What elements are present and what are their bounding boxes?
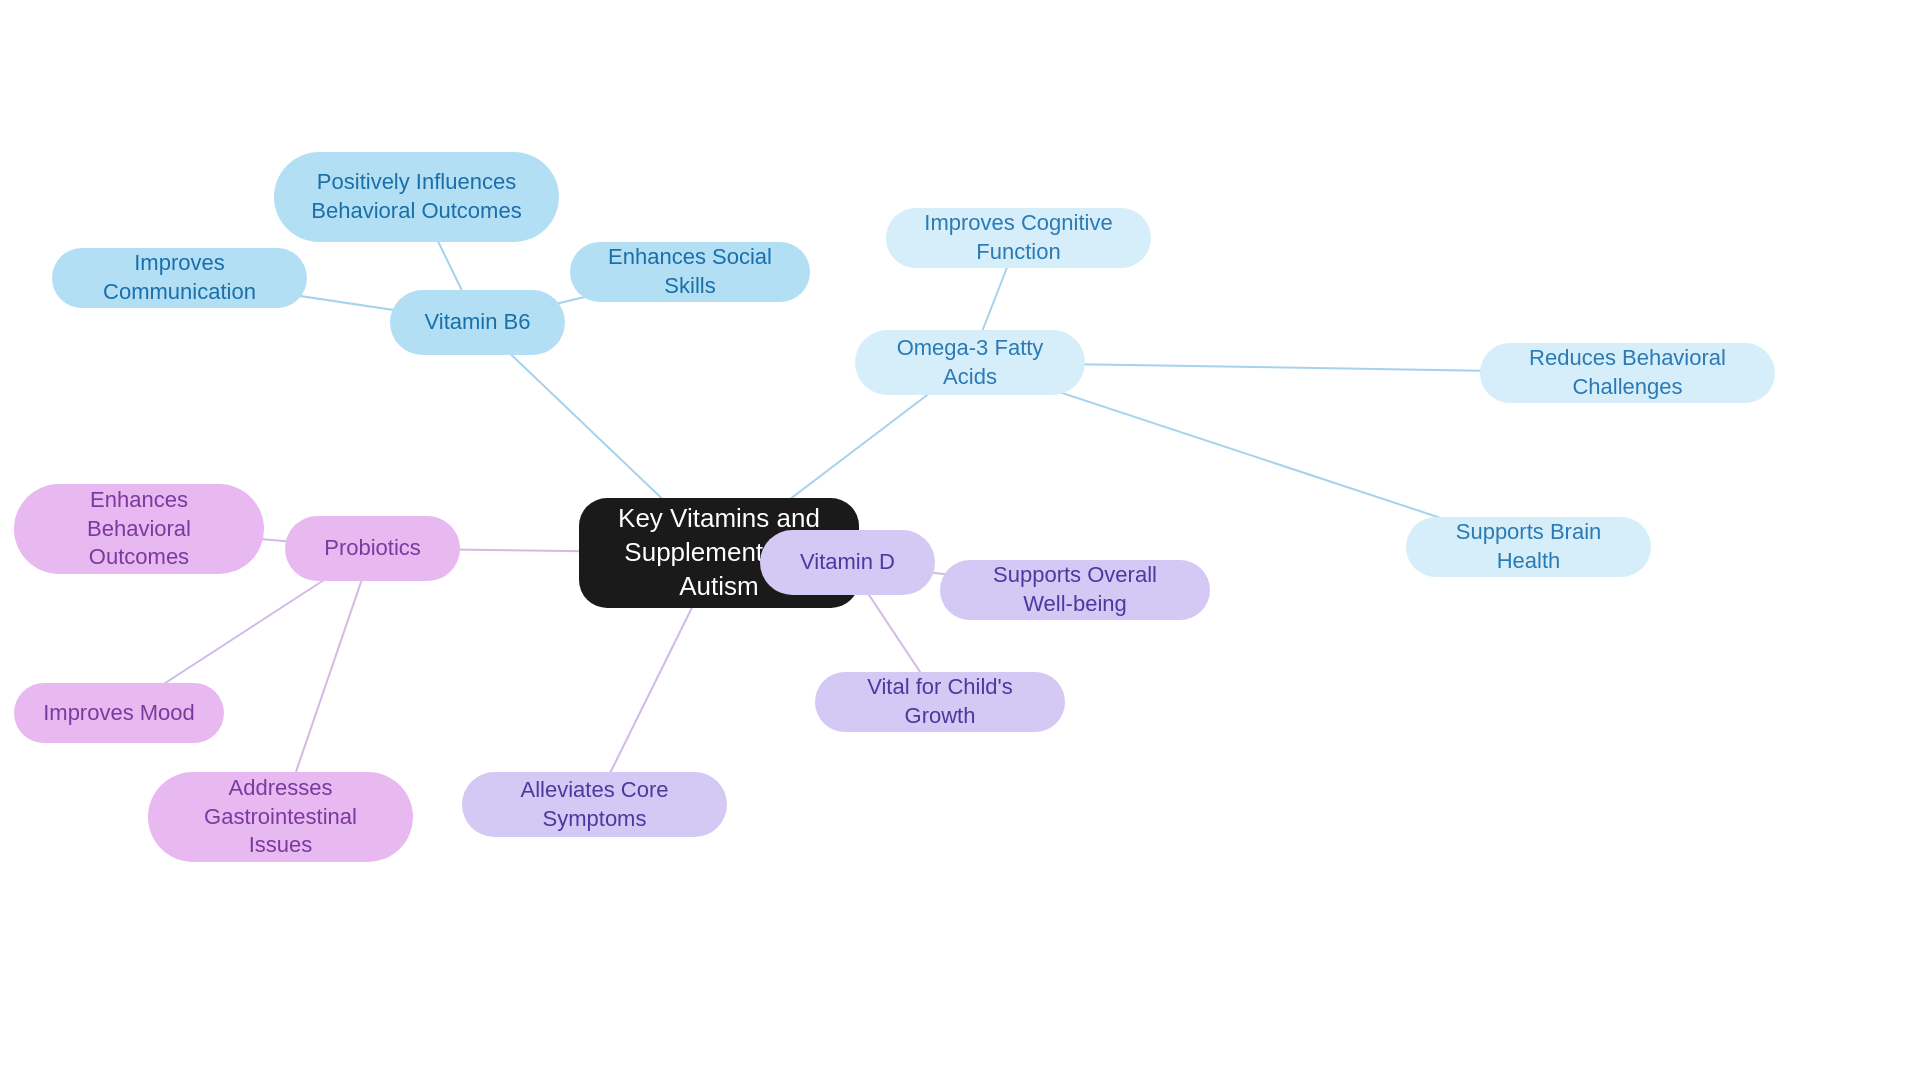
reduces-behavioral-node: Reduces Behavioral Challenges [1480, 343, 1775, 403]
supports-wellbeing-label: Supports Overall Well-being [968, 561, 1182, 618]
improves-communication-node: Improves Communication [52, 248, 307, 308]
vital-growth-node: Vital for Child's Growth [815, 672, 1065, 732]
supports-brain-health-label: Supports Brain Health [1434, 518, 1623, 575]
vitaminb6-label: Vitamin B6 [425, 308, 531, 337]
improves-communication-label: Improves Communication [80, 249, 279, 306]
enhances-social-skills-label: Enhances Social Skills [598, 243, 782, 300]
supports-wellbeing-node: Supports Overall Well-being [940, 560, 1210, 620]
alleviates-core-label: Alleviates Core Symptoms [490, 776, 699, 833]
probiotics-label: Probiotics [324, 534, 421, 563]
vitamind-label: Vitamin D [800, 548, 895, 577]
supports-brain-health-node: Supports Brain Health [1406, 517, 1651, 577]
vitaminb6-node: Vitamin B6 [390, 290, 565, 355]
positively-influences-node: Positively Influences Behavioral Outcome… [274, 152, 559, 242]
omega3-label: Omega-3 Fatty Acids [883, 334, 1057, 391]
probiotics-node: Probiotics [285, 516, 460, 581]
addresses-gastro-node: Addresses Gastrointestinal Issues [148, 772, 413, 862]
improves-cognitive-label: Improves Cognitive Function [914, 209, 1123, 266]
addresses-gastro-label: Addresses Gastrointestinal Issues [176, 774, 385, 860]
enhances-behavioral-node: Enhances Behavioral Outcomes [14, 484, 264, 574]
improves-cognitive-node: Improves Cognitive Function [886, 208, 1151, 268]
vital-growth-label: Vital for Child's Growth [843, 673, 1037, 730]
positively-influences-label: Positively Influences Behavioral Outcome… [302, 168, 531, 225]
enhances-social-skills-node: Enhances Social Skills [570, 242, 810, 302]
enhances-behavioral-label: Enhances Behavioral Outcomes [42, 486, 236, 572]
alleviates-core-node: Alleviates Core Symptoms [462, 772, 727, 837]
reduces-behavioral-label: Reduces Behavioral Challenges [1508, 344, 1747, 401]
vitamind-node: Vitamin D [760, 530, 935, 595]
improves-mood-node: Improves Mood [14, 683, 224, 743]
omega3-node: Omega-3 Fatty Acids [855, 330, 1085, 395]
improves-mood-label: Improves Mood [43, 699, 195, 728]
